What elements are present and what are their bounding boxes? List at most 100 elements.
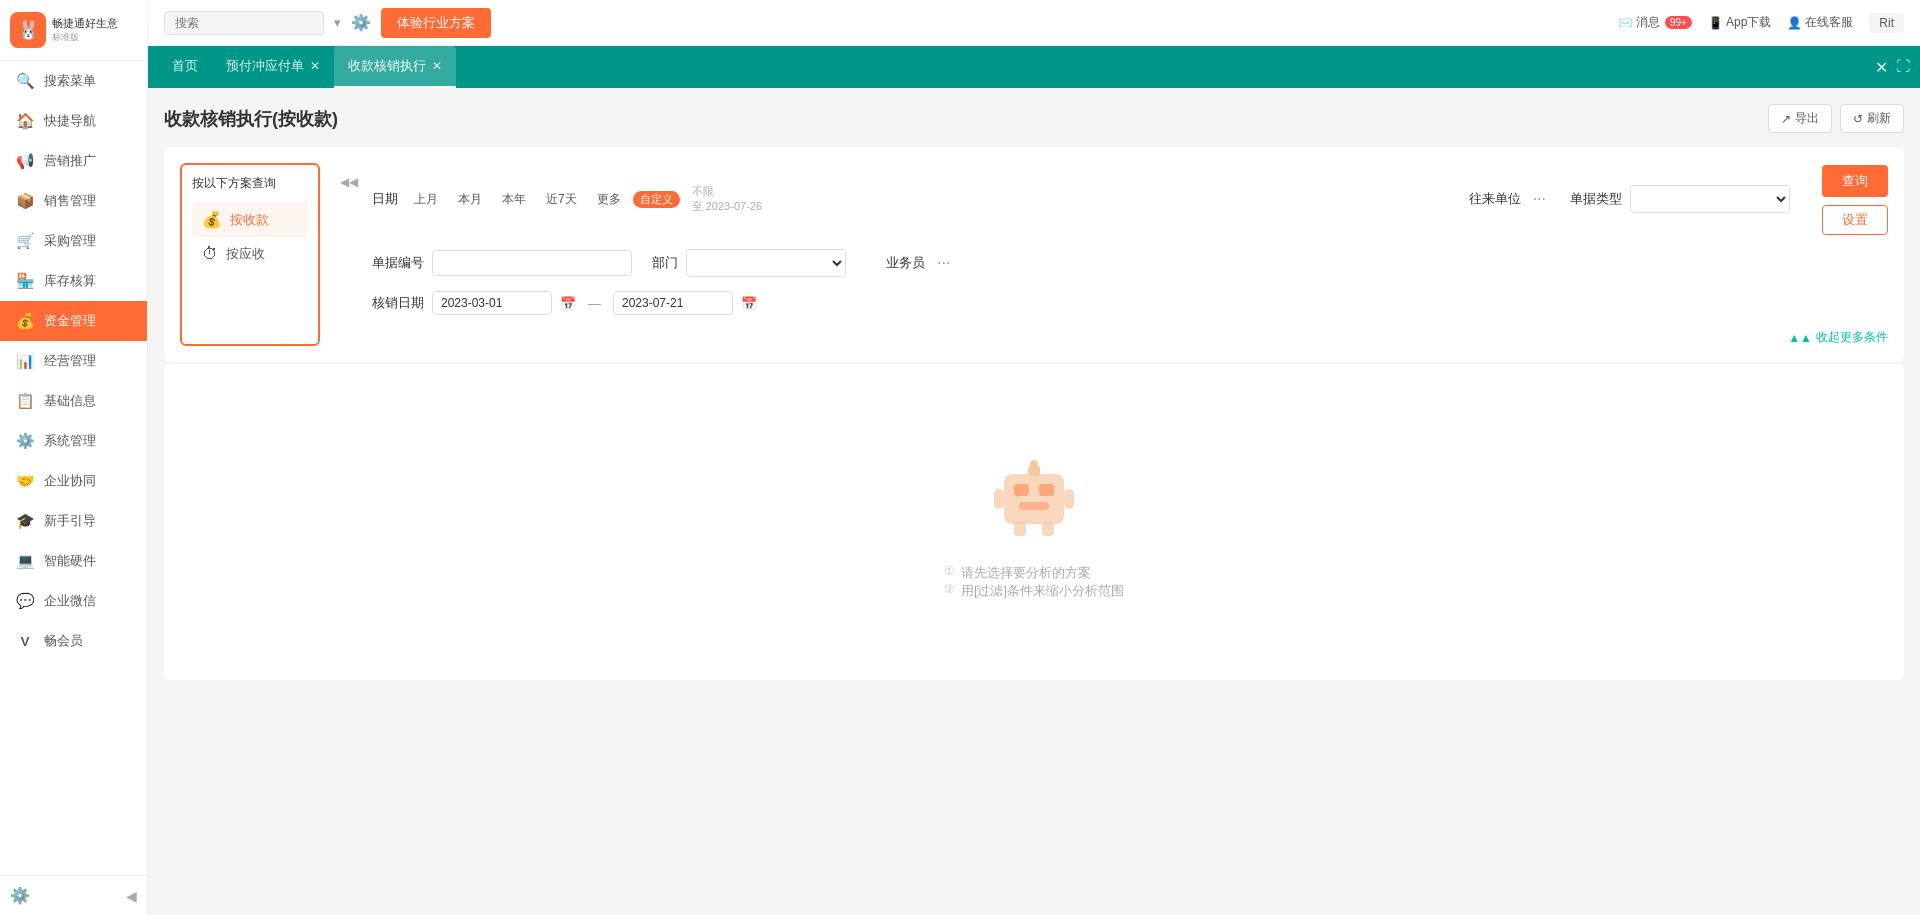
page-title: 收款核销执行(按收款) (164, 107, 338, 131)
filter-row-2: 单据编号 部门 业务员 ··· (372, 249, 1888, 277)
doc-no-label: 单据编号 (372, 254, 424, 272)
date-btn-custom[interactable]: 自定义 (633, 191, 680, 208)
sidebar-item-wechat[interactable]: 💬 企业微信 (0, 581, 147, 621)
tab-receivable-close-icon[interactable]: ✕ (432, 59, 442, 73)
tab-home[interactable]: 首页 (158, 46, 212, 88)
svg-rect-8 (1014, 522, 1026, 536)
counterpart-more-icon[interactable]: ··· (1529, 190, 1550, 208)
dept-label: 部门 (652, 254, 678, 272)
sidebar-item-sales[interactable]: 📦 销售管理 (0, 181, 147, 221)
sidebar-item-enterprise[interactable]: 🤝 企业协同 (0, 461, 147, 501)
business-icon: 📊 (16, 352, 34, 370)
sidebar-item-quick-nav[interactable]: 🏠 快捷导航 (0, 101, 147, 141)
filter-settings-button[interactable]: 设置 (1822, 205, 1888, 235)
inventory-icon: 🏪 (16, 272, 34, 290)
writeoff-date-label: 核销日期 (372, 294, 424, 312)
sidebar-label-quick-nav: 快捷导航 (44, 112, 96, 130)
industry-solution-button[interactable]: 体验行业方案 (381, 8, 491, 38)
wechat-icon: 💬 (16, 592, 34, 610)
message-badge: 99+ (1665, 16, 1692, 29)
topbar-search-input[interactable] (164, 11, 324, 35)
date-options: 上月 本月 本年 近7天 更多 自定义 (406, 189, 680, 210)
sidebar-item-search[interactable]: 🔍 搜索菜单 (0, 61, 147, 101)
tab-receivable-label: 收款核销执行 (348, 57, 426, 75)
tab-prepay-close-icon[interactable]: ✕ (310, 59, 320, 73)
tab-receivable[interactable]: 收款核销执行 ✕ (334, 46, 456, 88)
marketing-icon: 📢 (16, 152, 34, 170)
export-button[interactable]: ↗ 导出 (1768, 104, 1832, 133)
date-btn-last-month[interactable]: 上月 (406, 189, 446, 210)
writeoff-start-input[interactable] (432, 291, 552, 315)
date-btn-more[interactable]: 更多 (589, 189, 629, 210)
user-name[interactable]: Rit (1869, 13, 1904, 33)
svg-rect-7 (1064, 489, 1074, 509)
app-name: 畅捷通好生意 (52, 16, 118, 30)
sidebar-label-basic: 基础信息 (44, 392, 96, 410)
topbar-dropdown-icon[interactable]: ▾ (334, 15, 341, 30)
page-header: 收款核销执行(按收款) ↗ 导出 ↺ 刷新 (164, 104, 1904, 133)
system-icon: ⚙️ (16, 432, 34, 450)
staff-more-icon[interactable]: ··· (933, 254, 954, 272)
sidebar-label-business: 经营管理 (44, 352, 96, 370)
tab-prepay[interactable]: 预付冲应付单 ✕ (212, 46, 334, 88)
tab-home-label: 首页 (172, 57, 198, 75)
doc-no-input[interactable] (432, 250, 632, 276)
filter-collapse-area: ◀◀ (340, 163, 372, 346)
sidebar-item-guide[interactable]: 🎓 新手引导 (0, 501, 147, 541)
date-btn-this-month[interactable]: 本月 (450, 189, 490, 210)
sidebar-item-inventory[interactable]: 🏪 库存核算 (0, 261, 147, 301)
page-content: 收款核销执行(按收款) ↗ 导出 ↺ 刷新 按以下方案查询 💰 按收款 (148, 88, 1920, 915)
filter-option-by-receivable[interactable]: ⏱ 按应收 (192, 237, 308, 271)
sidebar-item-hardware[interactable]: 💻 智能硬件 (0, 541, 147, 581)
sidebar-item-system[interactable]: ⚙️ 系统管理 (0, 421, 147, 461)
search-icon: 🔍 (16, 72, 34, 90)
sidebar-item-basic[interactable]: 📋 基础信息 (0, 381, 147, 421)
date-btn-this-year[interactable]: 本年 (494, 189, 534, 210)
calendar-start-icon[interactable]: 📅 (560, 296, 576, 311)
member-icon: V (16, 634, 34, 649)
empty-hints: ① 请先选择要分析的方案 ② 用[过滤]条件来缩小分析范围 (944, 564, 1124, 600)
calendar-end-icon[interactable]: 📅 (741, 296, 757, 311)
home-icon: 🏠 (16, 112, 34, 130)
hint-1-text: 请先选择要分析的方案 (961, 564, 1091, 582)
hint-2: ② 用[过滤]条件来缩小分析范围 (944, 582, 1124, 600)
refresh-button[interactable]: ↺ 刷新 (1840, 104, 1904, 133)
tabbar-actions: ✕ ⛶ (1875, 58, 1910, 77)
message-button[interactable]: ✉️ 消息 99+ (1618, 14, 1692, 31)
query-button[interactable]: 查询 (1822, 165, 1888, 197)
settings-footer-icon[interactable]: ⚙️ (10, 886, 30, 905)
date-btn-7days[interactable]: 近7天 (538, 189, 585, 210)
svg-rect-6 (994, 489, 1004, 509)
sidebar-item-purchase[interactable]: 🛒 采购管理 (0, 221, 147, 261)
sidebar-item-finance[interactable]: 💰 资金管理 (0, 301, 147, 341)
settings-icon[interactable]: ⚙️ (351, 13, 371, 32)
filter-option-by-receipt[interactable]: 💰 按收款 (192, 202, 308, 237)
user-name-text: Rit (1879, 16, 1894, 30)
svg-point-5 (1030, 460, 1038, 468)
page-header-actions: ↗ 导出 ↺ 刷新 (1768, 104, 1904, 133)
writeoff-end-input[interactable] (613, 291, 733, 315)
receipt-icon: 💰 (202, 210, 222, 229)
service-icon: 👤 (1787, 16, 1802, 30)
date-to-display: 至 2023-07-26 (692, 199, 762, 214)
dept-select[interactable] (686, 249, 846, 277)
collapse-more-button[interactable]: ▲▲ 收起更多条件 (372, 329, 1888, 346)
tab-close-all-icon[interactable]: ✕ (1875, 58, 1888, 77)
svg-rect-0 (1004, 474, 1064, 524)
online-service-button[interactable]: 👤 在线客服 (1787, 14, 1853, 31)
sidebar: 🐰 畅捷通好生意 标准版 🔍 搜索菜单 🏠 快捷导航 📢 营销推广 📦 销售管理… (0, 0, 148, 915)
counterpart-filter-group: 往来单位 ··· (1469, 190, 1550, 208)
collapse-sidebar-icon[interactable]: ◀ (126, 888, 137, 904)
sidebar-label-guide: 新手引导 (44, 512, 96, 530)
doc-type-select[interactable] (1630, 185, 1790, 213)
tab-expand-icon[interactable]: ⛶ (1896, 58, 1910, 77)
app-download-button[interactable]: 📱 App下载 (1708, 14, 1771, 31)
sidebar-item-business[interactable]: 📊 经营管理 (0, 341, 147, 381)
enterprise-icon: 🤝 (16, 472, 34, 490)
sidebar-item-marketing[interactable]: 📢 营销推广 (0, 141, 147, 181)
basic-icon: 📋 (16, 392, 34, 410)
sidebar-item-member[interactable]: V 畅会员 (0, 621, 147, 661)
counterpart-label: 往来单位 (1469, 190, 1521, 208)
purchase-icon: 🛒 (16, 232, 34, 250)
collapse-filter-icon[interactable]: ◀◀ (340, 175, 358, 189)
